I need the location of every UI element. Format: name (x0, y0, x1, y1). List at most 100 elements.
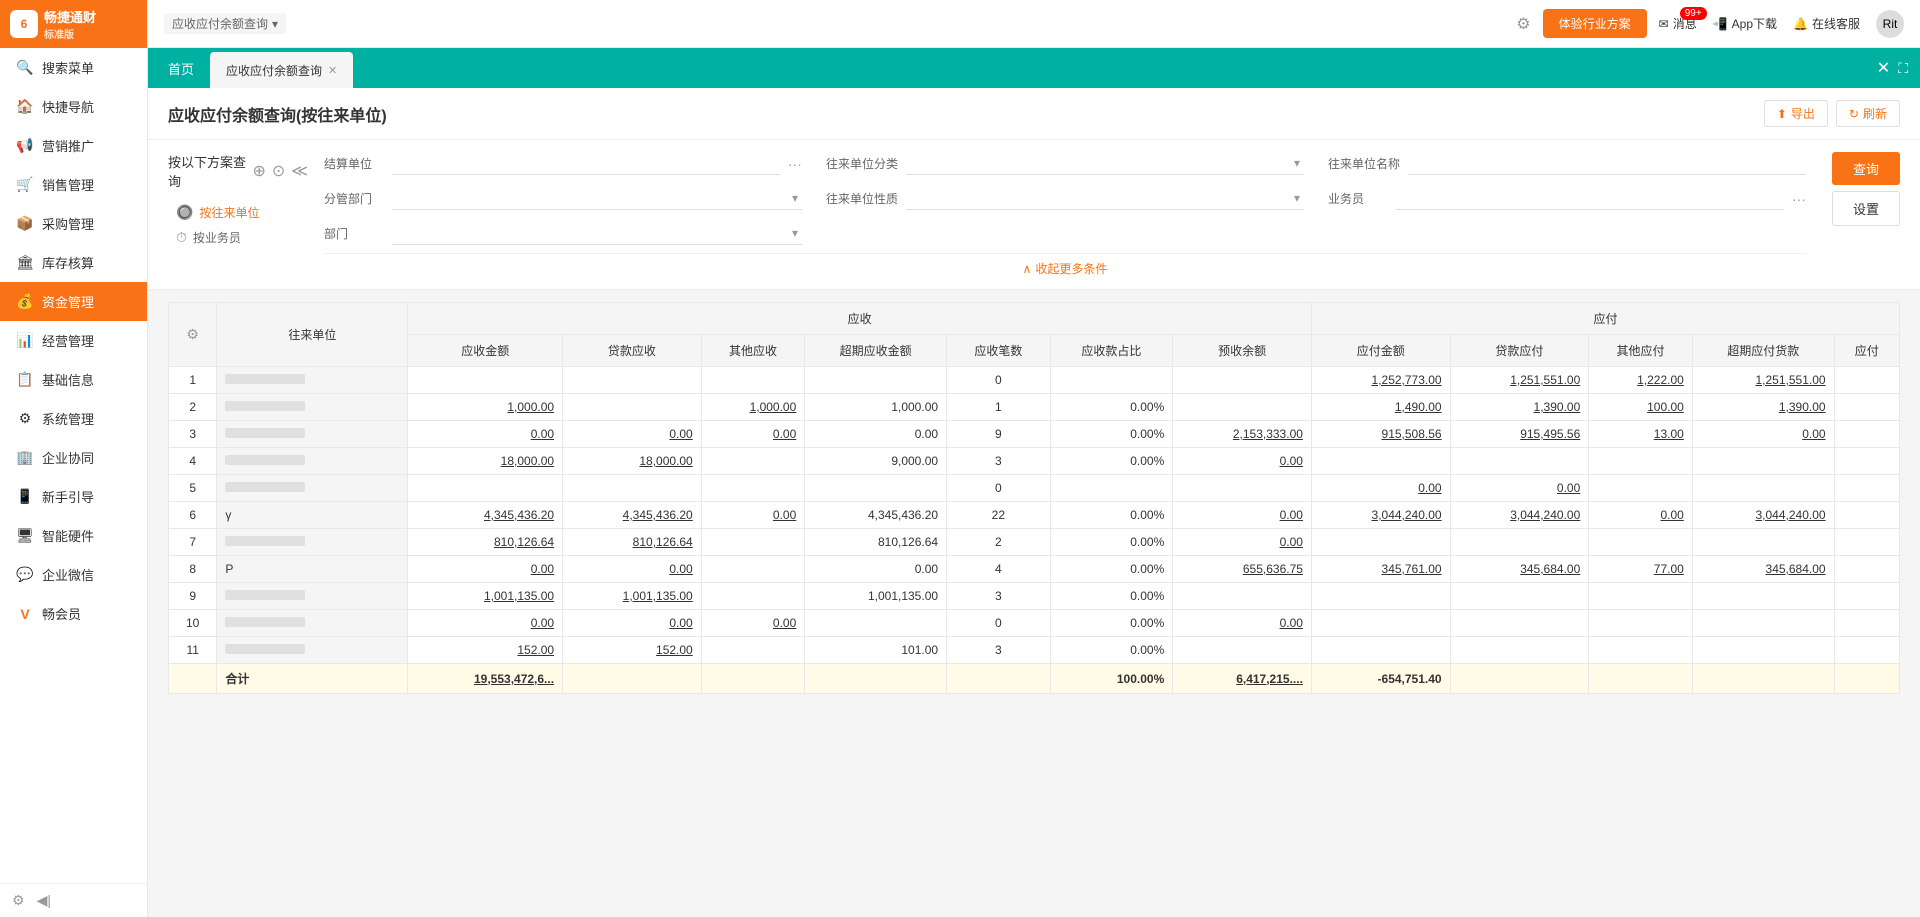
row-ar-amount[interactable]: 0.00 (408, 610, 563, 637)
row-ap-other[interactable]: 1,222.00 (1589, 367, 1693, 394)
topbar-settings-icon[interactable]: ⚙ (1516, 14, 1530, 34)
online-service-button[interactable]: 🔔 在线客服 (1793, 15, 1860, 32)
sidebar-item-wechat[interactable]: 💬 企业微信 (0, 555, 147, 594)
add-filter-icon[interactable]: ⊕ (252, 161, 265, 181)
collapse-filter-button[interactable]: ∧ 收起更多条件 (324, 253, 1806, 277)
user-avatar[interactable]: Rit (1876, 10, 1904, 38)
row-ap-loan[interactable]: 1,251,551.00 (1450, 367, 1589, 394)
sidebar-item-basic-info[interactable]: 📋 基础信息 (0, 360, 147, 399)
sidebar-item-quick-nav[interactable]: 🏠 快捷导航 (0, 87, 147, 126)
sidebar-item-finance[interactable]: 💰 资金管理 (0, 282, 147, 321)
sidebar-item-inventory[interactable]: 🏛 库存核算 (0, 243, 147, 282)
salesperson-input[interactable] (1396, 187, 1784, 210)
export-button[interactable]: ⬆ 导出 (1764, 100, 1828, 127)
chevron-down-icon[interactable]: ▾ (272, 17, 278, 31)
settlement-unit-picker-icon[interactable]: ··· (788, 156, 802, 172)
tab-close-icon[interactable]: ✕ (328, 64, 337, 77)
table-settings-icon[interactable]: ⚙ (186, 326, 199, 342)
partner-name-input[interactable] (1408, 152, 1806, 175)
setting-button[interactable]: 设置 (1832, 191, 1900, 226)
row-ap-overdue[interactable]: 0.00 (1692, 421, 1834, 448)
row-ap-loan[interactable]: 915,495.56 (1450, 421, 1589, 448)
sidebar-item-newbie[interactable]: 📱 新手引导 (0, 477, 147, 516)
row-ar-other[interactable]: 0.00 (701, 502, 805, 529)
row-ap-amount[interactable]: 915,508.56 (1311, 421, 1450, 448)
filter-option-by-partner[interactable]: 🔘 按往来单位 (168, 200, 308, 225)
row-advance[interactable]: 0.00 (1173, 448, 1312, 475)
row-ap-amount[interactable]: 0.00 (1311, 475, 1450, 502)
footer-advance[interactable]: 6,417,215.... (1173, 664, 1312, 694)
partner-category-select[interactable]: ▾ (906, 152, 1304, 175)
salesperson-picker-icon[interactable]: ··· (1792, 191, 1806, 207)
solution-button[interactable]: 体验行业方案 (1543, 9, 1647, 38)
tab-home[interactable]: 首页 (152, 48, 210, 88)
row-ap-overdue[interactable]: 1,390.00 (1692, 394, 1834, 421)
row-ap-amount[interactable]: 1,490.00 (1311, 394, 1450, 421)
footer-ar-amount[interactable]: 19,553,472,6... (408, 664, 563, 694)
row-ap-other[interactable]: 100.00 (1589, 394, 1693, 421)
row-ar-amount[interactable]: 152.00 (408, 637, 563, 664)
row-advance[interactable]: 0.00 (1173, 502, 1312, 529)
row-ar-loan[interactable]: 0.00 (563, 610, 702, 637)
row-ap-loan[interactable]: 1,390.00 (1450, 394, 1589, 421)
row-ap-other[interactable]: 0.00 (1589, 502, 1693, 529)
row-ar-loan[interactable]: 810,126.64 (563, 529, 702, 556)
sidebar-item-enterprise[interactable]: 🏢 企业协同 (0, 438, 147, 477)
dept-main-select[interactable]: ▾ (392, 187, 802, 210)
row-advance[interactable]: 0.00 (1173, 610, 1312, 637)
row-advance[interactable]: 2,153,333.00 (1173, 421, 1312, 448)
row-ap-other[interactable]: 13.00 (1589, 421, 1693, 448)
refresh-button[interactable]: ↻ 刷新 (1836, 100, 1900, 127)
row-ar-loan[interactable]: 0.00 (563, 421, 702, 448)
dept-select[interactable]: ▾ (392, 222, 802, 245)
tab-close-window-icon[interactable]: ✕ (1877, 58, 1890, 78)
sidebar-collapse-icon[interactable]: ◀| (37, 892, 51, 909)
row-ar-amount[interactable]: 0.00 (408, 556, 563, 583)
row-ap-overdue[interactable]: 3,044,240.00 (1692, 502, 1834, 529)
row-ap-loan[interactable]: 0.00 (1450, 475, 1589, 502)
collapse-filter-icon[interactable]: ≪ (291, 161, 308, 181)
sidebar-item-smart-hw[interactable]: 🖥 智能硬件 (0, 516, 147, 555)
row-ap-amount[interactable]: 3,044,240.00 (1311, 502, 1450, 529)
tab-ar-ap[interactable]: 应收应付余额查询 ✕ (210, 52, 353, 88)
row-ap-amount[interactable]: 1,252,773.00 (1311, 367, 1450, 394)
row-ar-amount[interactable]: 0.00 (408, 421, 563, 448)
row-ar-loan[interactable]: 4,345,436.20 (563, 502, 702, 529)
row-ar-loan[interactable]: 152.00 (563, 637, 702, 664)
sidebar-item-sales[interactable]: 🛒 销售管理 (0, 165, 147, 204)
row-ar-other[interactable]: 0.00 (701, 421, 805, 448)
row-ar-loan[interactable]: 0.00 (563, 556, 702, 583)
query-button[interactable]: 查询 (1832, 152, 1900, 185)
sidebar-item-search[interactable]: 🔍 搜索菜单 (0, 48, 147, 87)
tab-expand-icon[interactable]: ⛶ (1898, 60, 1908, 77)
sidebar-item-operations[interactable]: 📊 经营管理 (0, 321, 147, 360)
row-ar-other[interactable]: 0.00 (701, 610, 805, 637)
settings-filter-icon[interactable]: ⊙ (272, 161, 285, 181)
row-ar-amount[interactable]: 18,000.00 (408, 448, 563, 475)
sidebar-item-marketing[interactable]: 📢 营销推广 (0, 126, 147, 165)
message-button[interactable]: ✉ 消息 99+ (1659, 15, 1697, 32)
row-advance[interactable]: 0.00 (1173, 529, 1312, 556)
row-ar-amount[interactable]: 810,126.64 (408, 529, 563, 556)
row-ar-loan[interactable]: 18,000.00 (563, 448, 702, 475)
row-ar-other[interactable]: 1,000.00 (701, 394, 805, 421)
row-ar-amount[interactable]: 1,001,135.00 (408, 583, 563, 610)
filter-option-by-staff[interactable]: ⏱ 按业务员 (168, 225, 308, 250)
row-ar-amount[interactable]: 1,000.00 (408, 394, 563, 421)
row-ap-loan[interactable]: 345,684.00 (1450, 556, 1589, 583)
sidebar-settings-icon[interactable]: ⚙ (12, 892, 25, 909)
row-ap-overdue[interactable]: 1,251,551.00 (1692, 367, 1834, 394)
settlement-unit-input[interactable] (392, 152, 780, 175)
row-ap-amount[interactable]: 345,761.00 (1311, 556, 1450, 583)
row-ar-amount[interactable]: 4,345,436.20 (408, 502, 563, 529)
row-ap-loan[interactable]: 3,044,240.00 (1450, 502, 1589, 529)
sidebar-item-purchase[interactable]: 📦 采购管理 (0, 204, 147, 243)
partner-nature-select[interactable]: ▾ (906, 187, 1304, 210)
row-ap-other[interactable]: 77.00 (1589, 556, 1693, 583)
sidebar-item-vip[interactable]: V 畅会员 (0, 594, 147, 633)
row-ar-loan[interactable]: 1,001,135.00 (563, 583, 702, 610)
row-advance[interactable]: 655,636.75 (1173, 556, 1312, 583)
row-ap-overdue[interactable]: 345,684.00 (1692, 556, 1834, 583)
sidebar-item-system[interactable]: ⚙ 系统管理 (0, 399, 147, 438)
app-download-button[interactable]: 📲 App下载 (1713, 15, 1777, 32)
